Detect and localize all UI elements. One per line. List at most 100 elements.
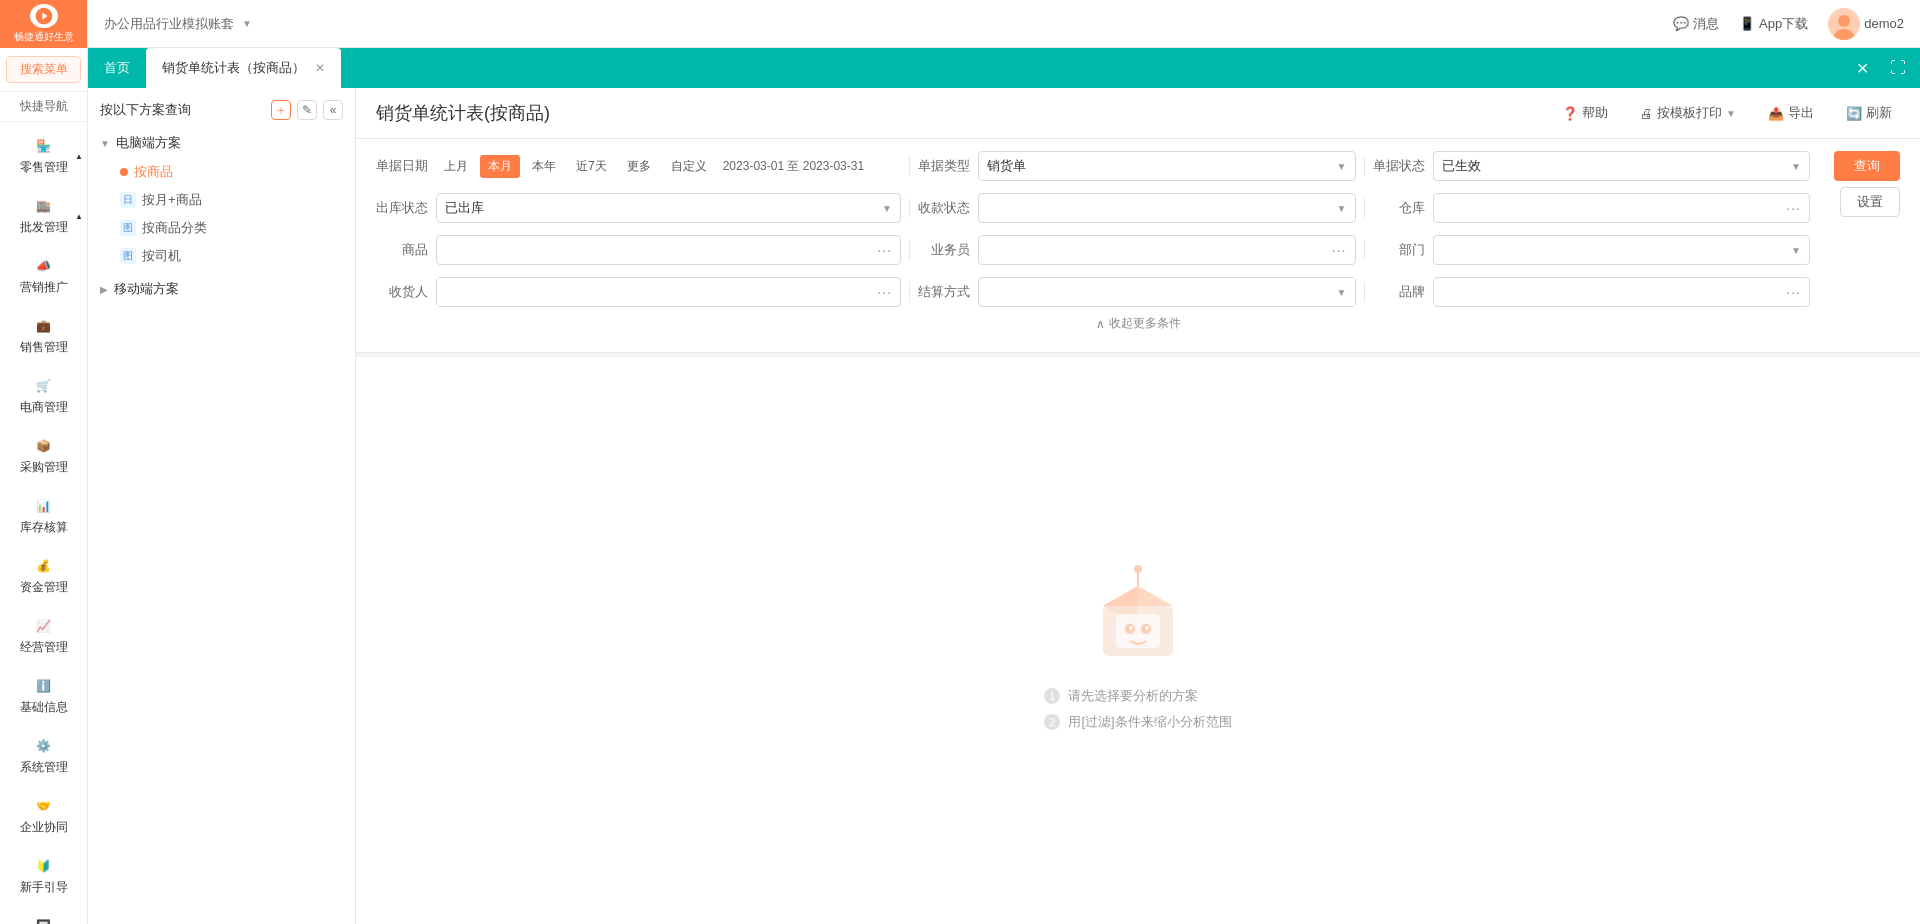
field-doc-status: 单据状态 已生效 ▼ — [1373, 151, 1811, 181]
divider-7 — [909, 282, 910, 302]
doc-status-value: 已生效 — [1442, 157, 1481, 175]
pay-status-input[interactable]: ▼ — [978, 193, 1356, 223]
svg-point-1 — [1838, 15, 1850, 27]
user-profile[interactable]: demo2 — [1828, 8, 1904, 40]
filter-row-2: 出库状态 已出库 ▼ 收款状态 — [376, 193, 1810, 223]
tree-parent-mobile[interactable]: ▶ 移动端方案 — [88, 274, 355, 304]
sidebar-item-wholesale[interactable]: 🏬 批发管理 ▲ — [0, 186, 87, 246]
page-title: 销货单统计表(按商品) — [376, 101, 550, 125]
receiver-input[interactable]: ··· — [436, 277, 901, 307]
field-pay-status: 收款状态 ▼ — [918, 193, 1356, 223]
sidebar-item-purchase[interactable]: 📦 采购管理 — [0, 426, 87, 486]
sidebar-item-inventory[interactable]: 📊 库存核算 — [0, 486, 87, 546]
template-print-btn[interactable]: 🖨 按模板打印 ▼ — [1632, 100, 1744, 126]
app-name: 畅捷通好生意 — [14, 30, 74, 44]
tab-close-btn[interactable]: ✕ — [315, 61, 325, 75]
tab-maximize-btn[interactable]: ⛶ — [1884, 54, 1912, 82]
tab-close-window-btn[interactable]: ✕ — [1848, 54, 1876, 82]
export-btn[interactable]: 📤 导出 — [1760, 100, 1822, 126]
tree-child-by-month-product-label: 按月+商品 — [142, 191, 202, 209]
divider-1 — [909, 156, 910, 176]
doc-type-input[interactable]: 销货单 ▼ — [978, 151, 1356, 181]
settings-button[interactable]: 设置 — [1840, 187, 1900, 217]
collapse-panel-btn[interactable]: « — [323, 100, 343, 120]
sidebar-item-sales-label: 销售管理 — [20, 339, 68, 356]
field-payment-method: 结算方式 ▼ — [918, 277, 1356, 307]
payment-method-arrow: ▼ — [1337, 287, 1347, 298]
sidebar-item-enterprise-coop[interactable]: 🤝 企业协同 — [0, 786, 87, 846]
tree-child-by-product[interactable]: 按商品 — [88, 158, 355, 186]
tree-child-by-product-category[interactable]: 图 按商品分类 — [88, 214, 355, 242]
message-btn[interactable]: 💬 消息 — [1673, 15, 1719, 33]
btn-last-month[interactable]: 上月 — [436, 155, 476, 178]
add-scheme-btn[interactable]: ＋ — [271, 100, 291, 120]
svg-point-8 — [1129, 626, 1133, 630]
department-input[interactable]: ▼ — [1433, 235, 1811, 265]
empty-icon — [1078, 551, 1198, 671]
help-btn[interactable]: ❓ 帮助 — [1554, 100, 1616, 126]
btn-last-7-days[interactable]: 近7天 — [568, 155, 615, 178]
message-icon: 💬 — [1673, 16, 1689, 31]
sidebar-item-ecommerce[interactable]: 🛒 电商管理 — [0, 366, 87, 426]
tree-child-by-printer-label: 按司机 — [142, 247, 181, 265]
doc-status-label: 单据状态 — [1373, 157, 1433, 175]
tab-home[interactable]: 首页 — [88, 48, 146, 88]
topbar-dropdown-arrow[interactable]: ▼ — [242, 18, 252, 29]
tab-sales-stat-label: 销货单统计表（按商品） — [162, 59, 305, 77]
divider-2 — [1364, 156, 1365, 176]
receiver-dots: ··· — [877, 284, 892, 300]
tree-child-by-month-product[interactable]: 日 按月+商品 — [88, 186, 355, 214]
collapse-up-icon: ∧ — [1096, 317, 1105, 331]
message-label: 消息 — [1693, 15, 1719, 33]
quick-nav-btn[interactable]: 快捷导航 — [0, 92, 87, 122]
query-button[interactable]: 查询 — [1834, 151, 1900, 181]
search-menu-area[interactable]: 搜索菜单 — [0, 48, 87, 92]
btn-more[interactable]: 更多 — [619, 155, 659, 178]
divider-3 — [909, 198, 910, 218]
sidebar-item-new-guide[interactable]: 🔰 新手引导 — [0, 846, 87, 906]
sidebar-item-system[interactable]: ⚙️ 系统管理 — [0, 726, 87, 786]
sidebar-item-app-center[interactable]: 🔲 应用中心 — [0, 906, 87, 924]
out-status-input[interactable]: 已出库 ▼ — [436, 193, 901, 223]
doc-status-arrow: ▼ — [1791, 161, 1801, 172]
btn-this-month[interactable]: 本月 — [480, 155, 520, 178]
search-menu-btn[interactable]: 搜索菜单 — [6, 56, 81, 83]
sidebar-item-sales[interactable]: 💼 销售管理 — [0, 306, 87, 366]
salesperson-input[interactable]: ··· — [978, 235, 1356, 265]
sidebar-item-retail[interactable]: 🏪 零售管理 ▲ — [0, 126, 87, 186]
sidebar-item-marketing-label: 营销推广 — [20, 279, 68, 296]
tree-child-by-printer[interactable]: 图 按司机 — [88, 242, 355, 270]
edit-scheme-btn[interactable]: ✎ — [297, 100, 317, 120]
sidebar-item-purchase-label: 采购管理 — [20, 459, 68, 476]
new-guide-icon: 🔰 — [34, 856, 54, 876]
sidebar-item-basic-info[interactable]: ℹ️ 基础信息 — [0, 666, 87, 726]
basic-info-icon: ℹ️ — [34, 676, 54, 696]
tip-1-num: 1 — [1044, 688, 1060, 704]
collapse-btn[interactable]: ∧ 收起更多条件 — [376, 307, 1900, 340]
field-salesperson: 业务员 ··· — [918, 235, 1356, 265]
sidebar-item-finance[interactable]: 💰 资金管理 — [0, 546, 87, 606]
warehouse-input[interactable]: ··· — [1433, 193, 1811, 223]
field-brand: 品牌 ··· — [1373, 277, 1811, 307]
btn-this-year[interactable]: 本年 — [524, 155, 564, 178]
page-title-actions: ❓ 帮助 🖨 按模板打印 ▼ 📤 导出 🔄 — [1554, 100, 1900, 126]
field-doc-type: 单据类型 销货单 ▼ — [918, 151, 1356, 181]
doc-status-input[interactable]: 已生效 ▼ — [1433, 151, 1811, 181]
product-input[interactable]: ··· — [436, 235, 901, 265]
app-download-icon: 📱 — [1739, 16, 1755, 31]
refresh-icon: 🔄 — [1846, 106, 1862, 121]
retail-arrow: ▲ — [75, 152, 83, 161]
btn-custom[interactable]: 自定义 — [663, 155, 715, 178]
app-download-btn[interactable]: 📱 App下载 — [1739, 15, 1808, 33]
export-icon: 📤 — [1768, 106, 1784, 121]
sidebar-item-operations[interactable]: 📈 经营管理 — [0, 606, 87, 666]
refresh-btn[interactable]: 🔄 刷新 — [1838, 100, 1900, 126]
tab-sales-stat[interactable]: 销货单统计表（按商品） ✕ — [146, 48, 341, 88]
brand-input[interactable]: ··· — [1433, 277, 1811, 307]
payment-method-input[interactable]: ▼ — [978, 277, 1356, 307]
tree-parent-pc[interactable]: ▼ 电脑端方案 — [88, 128, 355, 158]
pay-status-arrow: ▼ — [1337, 203, 1347, 214]
sidebar-item-basic-info-label: 基础信息 — [20, 699, 68, 716]
sidebar-item-marketing[interactable]: 📣 营销推广 — [0, 246, 87, 306]
avatar — [1828, 8, 1860, 40]
